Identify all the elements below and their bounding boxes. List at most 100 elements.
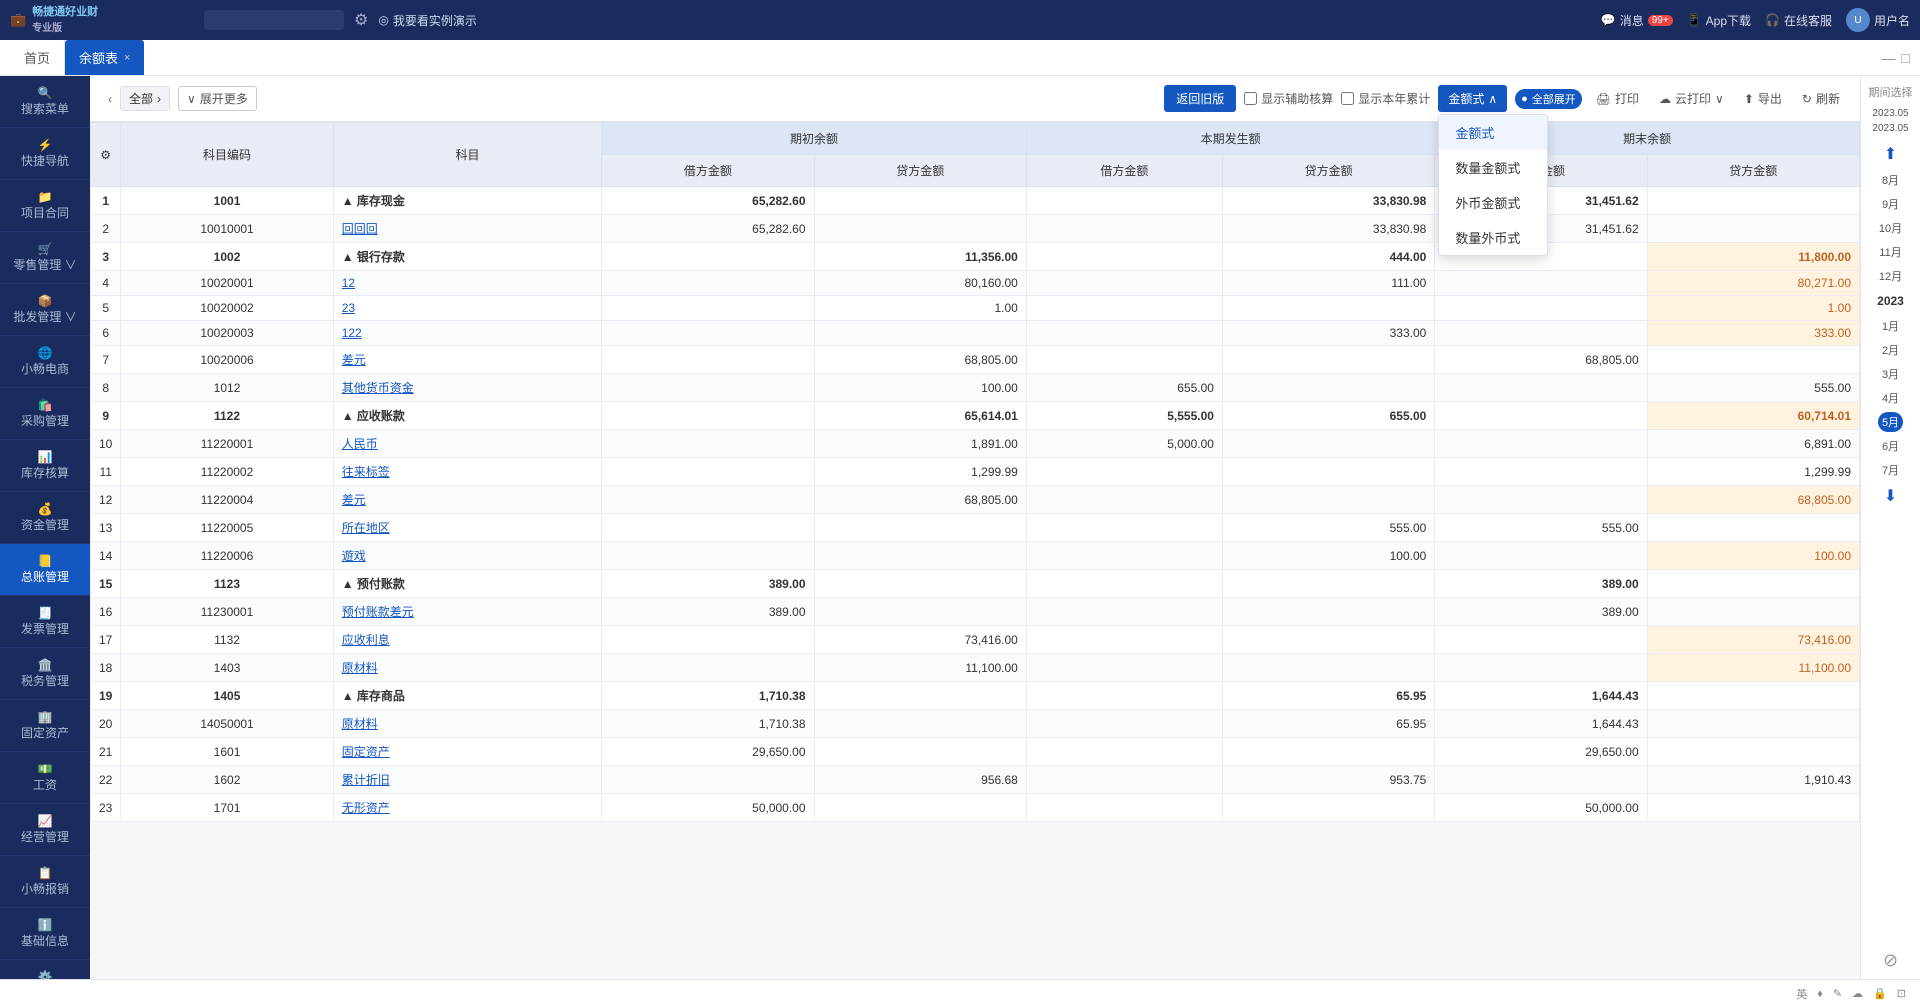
show-yearly-checkbox[interactable] — [1341, 92, 1354, 105]
settings-icon[interactable]: ⚙ — [354, 10, 368, 30]
month-4[interactable]: 4月 — [1882, 388, 1899, 408]
window-maximize-icon[interactable]: □ — [1902, 50, 1910, 66]
sidebar-item-ecommerce[interactable]: 🌐 小畅电商 — [0, 336, 90, 388]
balance-table-container[interactable]: ⚙ 科目编码 科目 期初余额 本期发生额 期末余额 借方金额 贷方金额 借方金额… — [90, 122, 1860, 979]
row-name[interactable]: 原材料 — [333, 710, 602, 738]
row-name-link[interactable]: 差元 — [342, 493, 366, 507]
month-2[interactable]: 2月 — [1882, 340, 1899, 360]
refresh-button[interactable]: ↻ 刷新 — [1796, 87, 1846, 110]
row-name-link[interactable]: 遊戏 — [342, 549, 366, 563]
sidebar-item-assets[interactable]: 🏢 固定资产 — [0, 700, 90, 752]
sidebar-item-operations[interactable]: 📈 经营管理 — [0, 804, 90, 856]
row-name-link[interactable]: 累计折旧 — [342, 773, 390, 787]
status-lang-icon[interactable]: 英 — [1796, 986, 1807, 1002]
row-name-link[interactable]: 往来标签 — [342, 465, 390, 479]
row-name[interactable]: 122 — [333, 321, 602, 346]
sidebar-item-tax[interactable]: 🏛️ 税务管理 — [0, 648, 90, 700]
nav-down-button[interactable]: ⬇ — [1884, 484, 1897, 508]
row-name[interactable]: 差元 — [333, 486, 602, 514]
month-3[interactable]: 3月 — [1882, 364, 1899, 384]
sidebar-item-salary[interactable]: 💵 工资 — [0, 752, 90, 804]
window-minimize-icon[interactable]: — — [1882, 50, 1896, 66]
sidebar-item-purchase[interactable]: 🛍️ 采购管理 — [0, 388, 90, 440]
sidebar-item-invoice[interactable]: 🧾 发票管理 — [0, 596, 90, 648]
export-button[interactable]: ⬆ 导出 — [1738, 87, 1788, 110]
row-name[interactable]: 累计折旧 — [333, 766, 602, 794]
mode-button[interactable]: 金额式 ∧ — [1438, 85, 1507, 112]
status-grid-icon[interactable]: ⊡ — [1897, 987, 1906, 1000]
row-name[interactable]: 应收利息 — [333, 626, 602, 654]
row-name-link[interactable]: 12 — [342, 276, 355, 290]
row-name[interactable]: 所在地区 — [333, 514, 602, 542]
row-name-link[interactable]: 原材料 — [342, 661, 378, 675]
messages-button[interactable]: 💬 消息 99+ — [1601, 12, 1673, 29]
app-download-button[interactable]: 📱 App下载 — [1687, 12, 1751, 29]
sidebar-item-retail[interactable]: 🛒 零售管理 ∨ — [0, 232, 90, 284]
row-name[interactable]: 原材料 — [333, 654, 602, 682]
search-input[interactable] — [204, 10, 344, 30]
print-button[interactable]: 🖨 打印 — [1590, 87, 1645, 110]
mode-option-foreign-amount[interactable]: 外币金额式 — [1439, 185, 1547, 220]
sidebar-item-reports[interactable]: 📋 小畅报销 — [0, 856, 90, 908]
month-5[interactable]: 5月 — [1878, 412, 1903, 432]
nav-up-button[interactable]: ⬆ — [1884, 142, 1897, 166]
sidebar-item-wholesale[interactable]: 📦 批发管理 ∨ — [0, 284, 90, 336]
row-name[interactable]: 预付账款差元 — [333, 598, 602, 626]
sidebar-item-basic[interactable]: ℹ️ 基础信息 — [0, 908, 90, 960]
month-8[interactable]: 8月 — [1882, 170, 1899, 190]
sidebar-item-inventory[interactable]: 📊 库存核算 — [0, 440, 90, 492]
status-edit-icon[interactable]: ✎ — [1833, 987, 1842, 1000]
mode-option-qty-amount[interactable]: 数量金额式 — [1439, 150, 1547, 185]
sidebar-item-ledger[interactable]: 📒 总账管理 — [0, 544, 90, 596]
row-name-link[interactable]: 原材料 — [342, 717, 378, 731]
month-10[interactable]: 10月 — [1879, 218, 1902, 238]
expand-more-button[interactable]: ∨ 展开更多 — [178, 86, 257, 111]
demo-link[interactable]: ◎ 我要看实例演示 — [378, 12, 477, 29]
sidebar-item-quick-nav[interactable]: ⚡ 快捷导航 — [0, 128, 90, 180]
mode-option-qty-foreign[interactable]: 数量外币式 — [1439, 220, 1547, 255]
month-7[interactable]: 7月 — [1882, 460, 1899, 480]
tab-home[interactable]: 首页 — [10, 40, 65, 75]
online-service-button[interactable]: 🎧 在线客服 — [1765, 12, 1832, 29]
table-settings-th[interactable]: ⚙ — [91, 123, 121, 187]
return-old-version-button[interactable]: 返回旧版 — [1164, 85, 1236, 112]
row-name[interactable]: 回回回 — [333, 215, 602, 243]
nav-tag-all[interactable]: 全部 › — [120, 86, 170, 111]
tab-close-icon[interactable]: × — [124, 52, 130, 64]
month-12[interactable]: 12月 — [1879, 266, 1902, 286]
row-name-link[interactable]: 固定资产 — [342, 745, 390, 759]
sidebar-item-capital[interactable]: 💰 资金管理 — [0, 492, 90, 544]
row-name[interactable]: 无形资产 — [333, 794, 602, 822]
row-name-link[interactable]: 23 — [342, 301, 355, 315]
row-name[interactable]: 23 — [333, 296, 602, 321]
status-cloud-icon[interactable]: ☁ — [1852, 987, 1863, 1000]
month-9[interactable]: 9月 — [1882, 194, 1899, 214]
sidebar-item-system[interactable]: ⚙️ 系统管理 — [0, 960, 90, 979]
row-name-link[interactable]: 所在地区 — [342, 521, 390, 535]
sidebar-item-search[interactable]: 🔍 搜索菜单 — [0, 76, 90, 128]
panel-collapse-icon[interactable]: ⊘ — [1883, 950, 1898, 971]
row-name[interactable]: 遊戏 — [333, 542, 602, 570]
status-lock-icon[interactable]: 🔒 — [1873, 987, 1887, 1000]
row-name[interactable]: 固定资产 — [333, 738, 602, 766]
row-name-link[interactable]: 回回回 — [342, 222, 378, 236]
row-name-link[interactable]: 无形资产 — [342, 801, 390, 815]
row-name-link[interactable]: 其他货币资金 — [342, 381, 414, 395]
row-name[interactable]: 人民币 — [333, 430, 602, 458]
row-name-link[interactable]: 122 — [342, 326, 362, 340]
expand-all-toggle[interactable]: ● 全部展开 — [1515, 89, 1582, 109]
month-1[interactable]: 1月 — [1882, 316, 1899, 336]
user-profile[interactable]: U 用户名 — [1846, 8, 1910, 32]
row-name-link[interactable]: 应收利息 — [342, 633, 390, 647]
show-auxiliary-checkbox[interactable] — [1244, 92, 1257, 105]
nav-back-icon[interactable]: ‹ — [104, 90, 116, 108]
row-name[interactable]: 差元 — [333, 346, 602, 374]
cloud-print-button[interactable]: ☁ 云打印 ∨ — [1653, 87, 1730, 110]
row-name-link[interactable]: 差元 — [342, 353, 366, 367]
row-name[interactable]: 其他货币资金 — [333, 374, 602, 402]
month-11[interactable]: 11月 — [1879, 242, 1901, 262]
row-name[interactable]: 往来标签 — [333, 458, 602, 486]
sidebar-item-project[interactable]: 📁 项目合同 — [0, 180, 90, 232]
tab-balance[interactable]: 余额表 × — [65, 40, 144, 75]
row-name-link[interactable]: 人民币 — [342, 437, 378, 451]
